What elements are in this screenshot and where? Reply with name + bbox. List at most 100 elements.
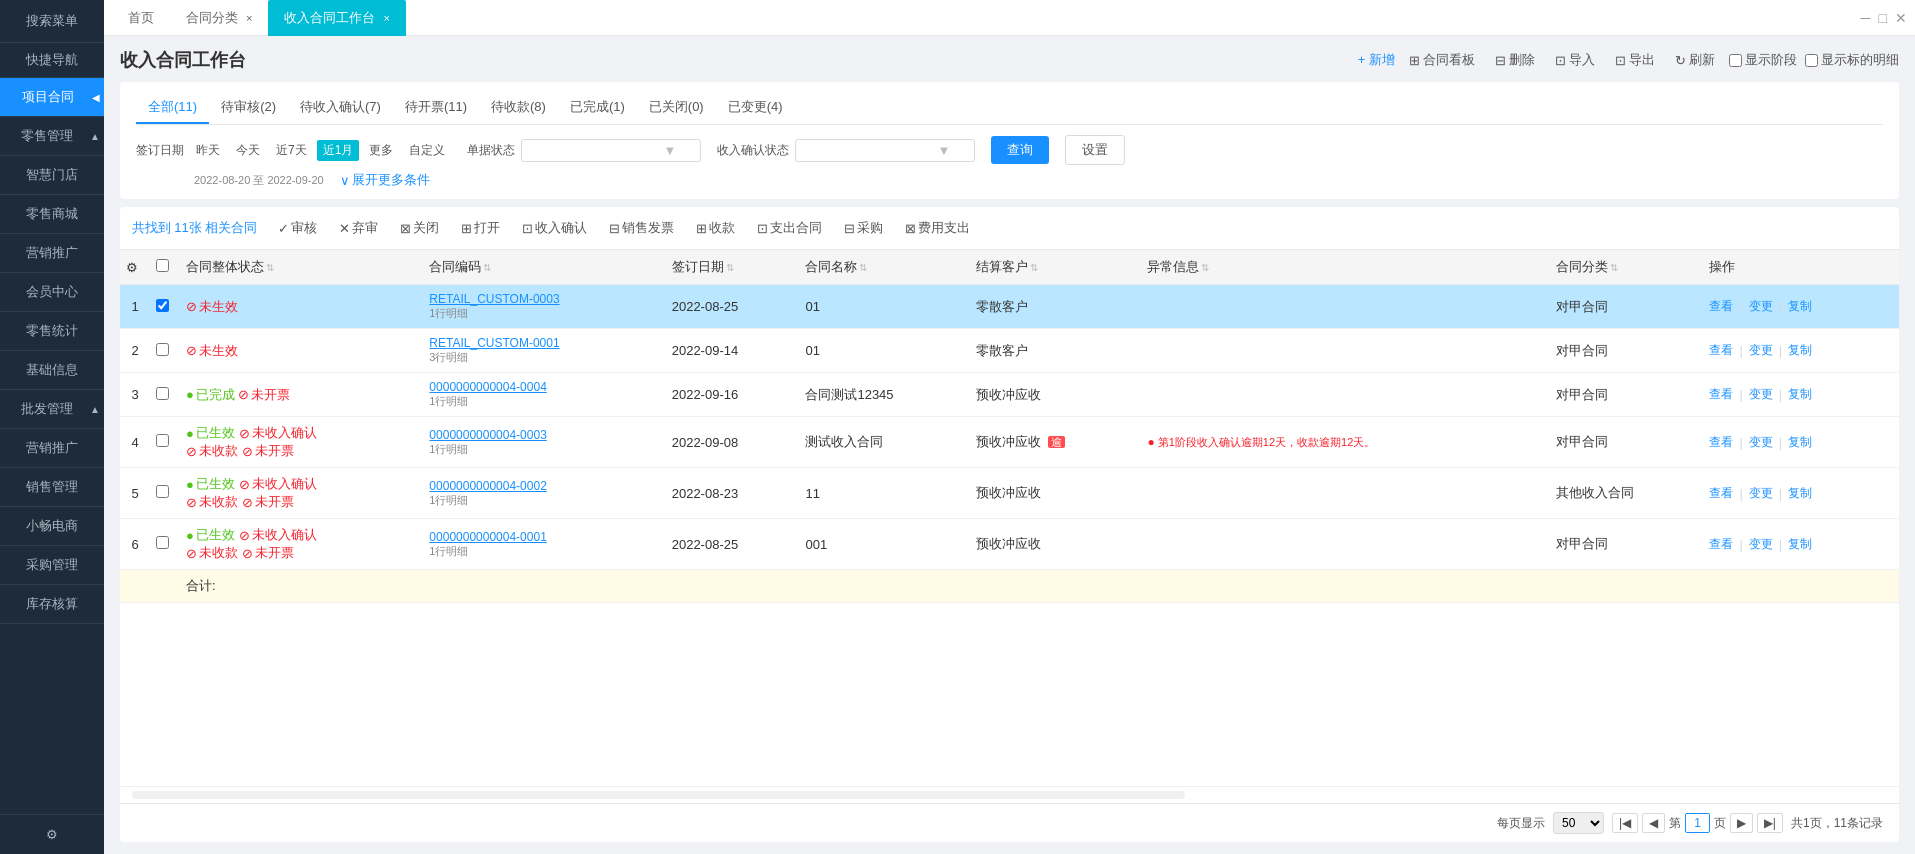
abandon-audit-button[interactable]: ✕ 弃审 (330, 215, 387, 241)
contract-code-link[interactable]: RETAIL_CUSTOM-0001 (429, 336, 659, 350)
status-tab-closed[interactable]: 已关闭(0) (637, 92, 716, 124)
date-last7[interactable]: 近7天 (270, 140, 313, 161)
sidebar-item-wholesale[interactable]: 批发管理 ▲ (0, 390, 104, 429)
contract-code-link[interactable]: 0000000000004-0001 (429, 530, 659, 544)
print-button[interactable]: ⊞ 打开 (452, 215, 509, 241)
copy-button[interactable]: 复制 (1788, 485, 1812, 502)
date-last1month[interactable]: 近1月 (317, 140, 360, 161)
sidebar-item-retail[interactable]: 零售管理 ▲ (0, 117, 104, 156)
row-checkbox[interactable] (150, 468, 180, 519)
export-button[interactable]: ⊡ 导出 (1609, 48, 1661, 72)
sidebar-item-basic[interactable]: 基础信息 (0, 351, 104, 390)
doc-status-select[interactable]: ▼ (521, 139, 701, 162)
first-page-btn[interactable]: |◀ (1612, 813, 1638, 833)
copy-button[interactable]: 复制 (1788, 386, 1812, 403)
filter-settings-button[interactable]: 设置 (1065, 135, 1125, 165)
out-contract-button[interactable]: ⊡ 支出合同 (748, 215, 831, 241)
sidebar-settings[interactable]: ⚙ (0, 814, 104, 854)
sidebar-item-xiaochang[interactable]: 小畅电商 (0, 507, 104, 546)
status-tab-completed[interactable]: 已完成(1) (558, 92, 637, 124)
col-customer[interactable]: 结算客户⇅ (970, 250, 1141, 285)
sidebar-item-marketing[interactable]: 营销推广 (0, 234, 104, 273)
status-tab-pending-payment[interactable]: 待收款(8) (479, 92, 558, 124)
window-close[interactable]: ✕ (1895, 10, 1907, 26)
sidebar-item-stats[interactable]: 零售统计 (0, 312, 104, 351)
select-all-checkbox[interactable] (156, 259, 169, 272)
import-button[interactable]: ⊡ 导入 (1549, 48, 1601, 72)
sidebar-item-smart-store[interactable]: 智慧门店 (0, 156, 104, 195)
tab-income-workbench[interactable]: 收入合同工作台 × (268, 0, 405, 36)
tab-home[interactable]: 首页 (112, 0, 170, 36)
show-stage-checkbox[interactable]: 显示阶段 (1729, 51, 1797, 69)
row-checkbox[interactable] (150, 417, 180, 468)
new-button[interactable]: + 新增 (1358, 51, 1395, 69)
prev-page-btn[interactable]: ◀ (1642, 813, 1665, 833)
view-button[interactable]: 查看 (1709, 485, 1733, 502)
horizontal-scrollbar[interactable] (132, 791, 1185, 799)
last-page-btn[interactable]: ▶| (1757, 813, 1783, 833)
query-button[interactable]: 查询 (991, 136, 1049, 164)
contract-code-link[interactable]: RETAIL_CUSTOM-0003 (429, 292, 659, 306)
sidebar-quick-nav[interactable]: 快捷导航 (0, 43, 104, 78)
row-checkbox[interactable] (150, 329, 180, 373)
tab-contract-category[interactable]: 合同分类 × (170, 0, 268, 36)
copy-button[interactable]: 复制 (1788, 536, 1812, 553)
col-category[interactable]: 合同分类⇅ (1550, 250, 1703, 285)
date-today[interactable]: 今天 (230, 140, 266, 161)
sales-invoice-button[interactable]: ⊟ 销售发票 (600, 215, 683, 241)
row-checkbox[interactable] (150, 285, 180, 329)
sidebar-item-mkt2[interactable]: 营销推广 (0, 429, 104, 468)
status-tab-all[interactable]: 全部(11) (136, 92, 209, 124)
sidebar-item-purchase[interactable]: 采购管理 (0, 546, 104, 585)
close-tab-contract-category[interactable]: × (246, 0, 252, 36)
status-tab-pending-confirm[interactable]: 待收入确认(7) (288, 92, 393, 124)
delete-button[interactable]: ⊟ 删除 (1489, 48, 1541, 72)
col-settings[interactable]: ⚙ (120, 250, 150, 285)
edit-button[interactable]: 变更 (1749, 298, 1773, 315)
row-checkbox[interactable] (150, 519, 180, 570)
show-detail-checkbox[interactable]: 显示标的明细 (1805, 51, 1899, 69)
col-status[interactable]: 合同整体状态⇅ (180, 250, 423, 285)
income-confirm-select[interactable]: ▼ (795, 139, 975, 162)
status-tab-pending-review[interactable]: 待审核(2) (209, 92, 288, 124)
sidebar-item-ecommerce[interactable]: 零售商城 (0, 195, 104, 234)
col-name[interactable]: 合同名称⇅ (799, 250, 970, 285)
sidebar-item-sales[interactable]: 销售管理 (0, 468, 104, 507)
col-abnormal[interactable]: 异常信息⇅ (1141, 250, 1550, 285)
income-confirm-button[interactable]: ⊡ 收入确认 (513, 215, 596, 241)
edit-button[interactable]: 变更 (1749, 386, 1773, 403)
purchase-button[interactable]: ⊟ 采购 (835, 215, 892, 241)
payment-button[interactable]: ⊞ 收款 (687, 215, 744, 241)
contract-board-button[interactable]: ⊞ 合同看板 (1403, 48, 1481, 72)
audit-button[interactable]: ✓ 审核 (269, 215, 326, 241)
col-sign-date[interactable]: 签订日期⇅ (666, 250, 800, 285)
contract-code-link[interactable]: 0000000000004-0004 (429, 380, 659, 394)
col-code[interactable]: 合同编码⇅ (423, 250, 665, 285)
copy-button[interactable]: 复制 (1788, 342, 1812, 359)
status-tab-changed[interactable]: 已变更(4) (716, 92, 795, 124)
next-page-btn[interactable]: ▶ (1730, 813, 1753, 833)
close-tab-income-workbench[interactable]: × (383, 0, 389, 36)
date-yesterday[interactable]: 昨天 (190, 140, 226, 161)
sidebar-item-members[interactable]: 会员中心 (0, 273, 104, 312)
date-custom[interactable]: 自定义 (403, 140, 451, 161)
copy-button[interactable]: 复制 (1788, 298, 1812, 315)
contract-code-link[interactable]: 0000000000004-0003 (429, 428, 659, 442)
row-checkbox[interactable] (150, 373, 180, 417)
view-button[interactable]: 查看 (1709, 298, 1733, 315)
close-contract-button[interactable]: ⊠ 关闭 (391, 215, 448, 241)
sidebar-search[interactable]: 搜索菜单 (0, 0, 104, 43)
view-button[interactable]: 查看 (1709, 342, 1733, 359)
window-minimize[interactable]: ─ (1861, 10, 1871, 26)
view-button[interactable]: 查看 (1709, 386, 1733, 403)
window-maximize[interactable]: □ (1879, 10, 1887, 26)
copy-button[interactable]: 复制 (1788, 434, 1812, 451)
edit-button[interactable]: 变更 (1749, 485, 1773, 502)
edit-button[interactable]: 变更 (1749, 342, 1773, 359)
sidebar-item-inventory[interactable]: 库存核算 (0, 585, 104, 624)
sidebar-item-project[interactable]: 项目合同 ◀ (0, 78, 104, 117)
refresh-button[interactable]: ↻ 刷新 (1669, 48, 1721, 72)
date-more[interactable]: 更多 (363, 140, 399, 161)
view-button[interactable]: 查看 (1709, 536, 1733, 553)
edit-button[interactable]: 变更 (1749, 434, 1773, 451)
